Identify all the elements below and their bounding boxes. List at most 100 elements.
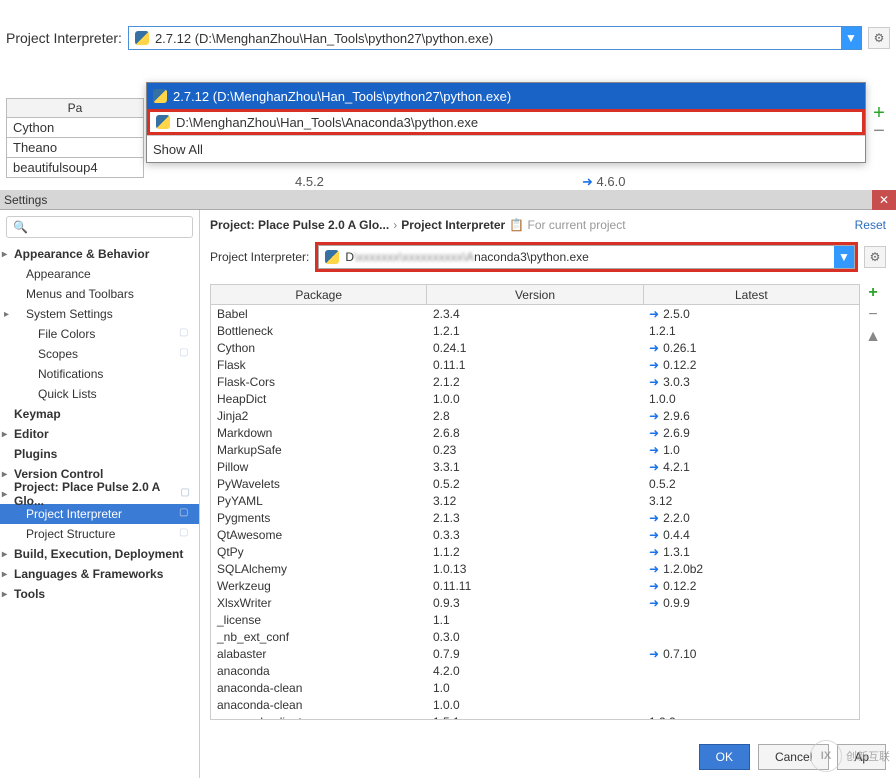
tree-item[interactable]: Keymap xyxy=(0,404,199,424)
table-row[interactable]: Babel2.3.4➜2.5.0 xyxy=(211,305,859,322)
dropdown-item-anaconda[interactable]: D:\MenghanZhou\Han_Tools\Anaconda3\pytho… xyxy=(147,109,865,135)
chevron-right-icon: › xyxy=(393,218,397,232)
expand-icon[interactable]: ▸ xyxy=(2,249,7,260)
table-row[interactable]: HeapDict1.0.01.0.0 xyxy=(211,390,859,407)
table-row[interactable]: PyYAML3.123.12 xyxy=(211,492,859,509)
search-input[interactable]: 🔍 xyxy=(6,216,193,238)
close-icon[interactable]: ✕ xyxy=(872,190,896,210)
reset-link[interactable]: Reset xyxy=(855,218,886,232)
cell-latest xyxy=(643,628,859,645)
table-row[interactable]: Bottleneck1.2.11.2.1 xyxy=(211,322,859,339)
table-row[interactable]: Werkzeug0.11.11➜0.12.2 xyxy=(211,577,859,594)
cell-latest: 1.2.1 xyxy=(643,322,859,339)
chevron-down-icon[interactable]: ▼ xyxy=(841,27,861,49)
table-row[interactable]: _nb_ext_conf0.3.0 xyxy=(211,628,859,645)
table-row[interactable]: _license1.1 xyxy=(211,611,859,628)
interpreter-combo[interactable]: 2.7.12 (D:\MenghanZhou\Han_Tools\python2… xyxy=(128,26,862,50)
table-row[interactable]: Pillow3.3.1➜4.2.1 xyxy=(211,458,859,475)
cell-package: PyYAML xyxy=(211,492,427,509)
expand-icon[interactable]: ▸ xyxy=(2,429,7,440)
cell-package: QtPy xyxy=(211,543,427,560)
table-row[interactable]: QtPy1.1.2➜1.3.1 xyxy=(211,543,859,560)
tree-item[interactable]: ▸ Appearance & Behavior xyxy=(0,244,199,264)
cell-latest: ➜0.12.2 xyxy=(643,577,859,594)
col-package[interactable]: Package xyxy=(211,285,427,304)
table-row[interactable]: SQLAlchemy1.0.13➜1.2.0b2 xyxy=(211,560,859,577)
dropdown-show-all[interactable]: Show All xyxy=(147,136,865,162)
dropdown-item[interactable]: 2.7.12 (D:\MenghanZhou\Han_Tools\python2… xyxy=(147,83,865,109)
watermark: IX 创新互联 xyxy=(810,740,890,772)
table-row[interactable]: Flask0.11.1➜0.12.2 xyxy=(211,356,859,373)
tree-item[interactable]: Scopes▢ xyxy=(0,344,199,364)
project-interpreter-label: Project Interpreter: xyxy=(6,30,122,46)
table-row[interactable]: anaconda-clean1.0 xyxy=(211,679,859,696)
gear-icon[interactable]: ⚙ xyxy=(868,27,890,49)
tree-item[interactable]: ▸Languages & Frameworks xyxy=(0,564,199,584)
tree-item[interactable]: Plugins xyxy=(0,444,199,464)
expand-icon[interactable]: ▸ xyxy=(4,309,9,320)
table-row[interactable]: MarkupSafe0.23➜1.0 xyxy=(211,441,859,458)
col-latest[interactable]: Latest xyxy=(644,285,859,304)
expand-icon[interactable]: ▸ xyxy=(2,469,7,480)
table-row[interactable]: Markdown2.6.8➜2.6.9 xyxy=(211,424,859,441)
tree-item[interactable]: Menus and Toolbars xyxy=(0,284,199,304)
interpreter-dropdown[interactable]: 2.7.12 (D:\MenghanZhou\Han_Tools\python2… xyxy=(146,82,866,163)
expand-icon[interactable]: ▸ xyxy=(2,489,7,500)
chevron-down-icon[interactable]: ▼ xyxy=(834,246,854,268)
cell-latest: ➜2.2.0 xyxy=(643,509,859,526)
table-row[interactable]: Jinja22.8➜2.9.6 xyxy=(211,407,859,424)
col-version[interactable]: Version xyxy=(427,285,643,304)
cell-version: 1.1.2 xyxy=(427,543,643,560)
tree-item-label: Notifications xyxy=(38,367,103,381)
cell-version: 2.3.4 xyxy=(427,305,643,322)
tree-item[interactable]: Notifications xyxy=(0,364,199,384)
project-badge-icon: ▢ xyxy=(179,507,193,521)
tree-item[interactable]: Project Structure▢ xyxy=(0,524,199,544)
remove-package-icon[interactable]: − xyxy=(864,306,882,324)
tree-item[interactable]: File Colors▢ xyxy=(0,324,199,344)
upgrade-arrow-icon: ➜ xyxy=(649,528,659,542)
upgrade-arrow-icon: ➜ xyxy=(649,358,659,372)
tree-item[interactable]: ▸Project: Place Pulse 2.0 A Glo...▢ xyxy=(0,484,199,504)
table-row[interactable]: Cython0.24.1➜0.26.1 xyxy=(211,339,859,356)
table-row[interactable]: Flask-Cors2.1.2➜3.0.3 xyxy=(211,373,859,390)
table-row[interactable]: anaconda-client1.5.11.2.2 xyxy=(211,713,859,720)
upgrade-package-icon[interactable]: ▲ xyxy=(864,328,882,346)
breadcrumb-project[interactable]: Project: Place Pulse 2.0 A Glo... xyxy=(210,218,389,232)
interpreter-combo-2[interactable]: D \xxxxxxx\xxxxxxxxxx\A naconda3\python.… xyxy=(318,245,855,269)
search-icon: 🔍 xyxy=(13,220,28,234)
gear-icon[interactable]: ⚙ xyxy=(864,246,886,268)
tree-item[interactable]: ▸System Settings xyxy=(0,304,199,324)
tree-item-label: Appearance & Behavior xyxy=(14,247,149,261)
expand-icon[interactable]: ▸ xyxy=(2,549,7,560)
table-row[interactable]: PyWavelets0.5.20.5.2 xyxy=(211,475,859,492)
upgrade-arrow-icon: ➜ xyxy=(649,647,659,661)
table-row[interactable]: anaconda-clean1.0.0 xyxy=(211,696,859,713)
upgrade-arrow-icon: ➜ xyxy=(649,426,659,440)
cell-latest: ➜0.12.2 xyxy=(643,356,859,373)
upgrade-arrow-icon: ➜ xyxy=(649,307,659,321)
remove-icon[interactable]: − xyxy=(870,126,888,144)
ok-button[interactable]: OK xyxy=(699,744,750,770)
add-icon[interactable]: + xyxy=(870,102,888,120)
table-row[interactable]: QtAwesome0.3.3➜0.4.4 xyxy=(211,526,859,543)
table-header-row: Package Version Latest xyxy=(211,285,859,305)
cell-version: 1.1 xyxy=(427,611,643,628)
expand-icon[interactable]: ▸ xyxy=(2,569,7,580)
table-row[interactable]: anaconda4.2.0 xyxy=(211,662,859,679)
tree-item[interactable]: ▸Build, Execution, Deployment xyxy=(0,544,199,564)
table-row[interactable]: Pygments2.1.3➜2.2.0 xyxy=(211,509,859,526)
cell-version: 1.2.1 xyxy=(427,322,643,339)
watermark-logo-icon: IX xyxy=(810,740,842,772)
tree-item[interactable]: Appearance xyxy=(0,264,199,284)
table-row[interactable]: alabaster0.7.9➜0.7.10 xyxy=(211,645,859,662)
add-package-icon[interactable]: + xyxy=(864,284,882,302)
cell-latest xyxy=(643,696,859,713)
tree-item[interactable]: ▸Editor xyxy=(0,424,199,444)
tree-item[interactable]: Quick Lists xyxy=(0,384,199,404)
tree-item-label: Appearance xyxy=(26,267,91,281)
tree-item[interactable]: ▸Tools xyxy=(0,584,199,604)
settings-content: Project: Place Pulse 2.0 A Glo... › Proj… xyxy=(200,210,896,778)
table-row[interactable]: XlsxWriter0.9.3➜0.9.9 xyxy=(211,594,859,611)
expand-icon[interactable]: ▸ xyxy=(2,589,7,600)
